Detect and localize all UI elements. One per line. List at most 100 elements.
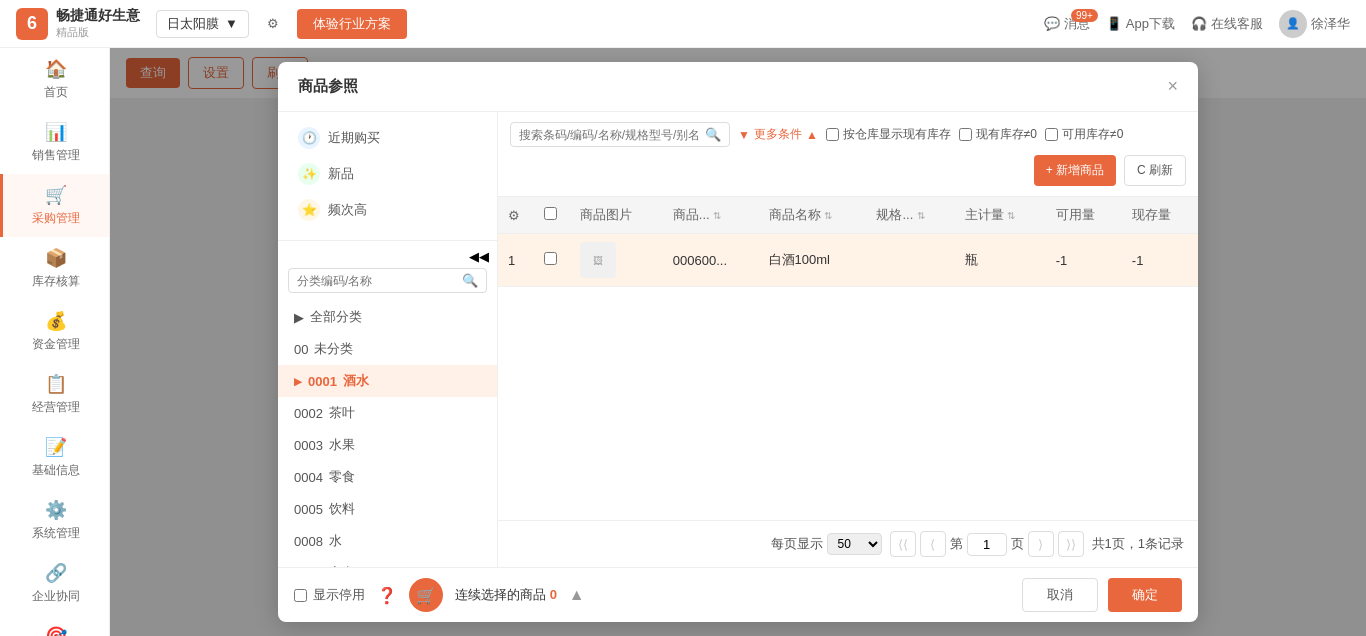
- add-product-button[interactable]: + 新增商品: [1034, 155, 1116, 186]
- product-search-box: 🔍: [510, 122, 730, 147]
- th-code[interactable]: 商品... ⇅: [663, 197, 759, 234]
- sidebar-item-basic-info[interactable]: 📝 基础信息: [0, 426, 109, 489]
- td-image: 🖼: [570, 234, 663, 287]
- cat-item-code: 0004: [294, 470, 323, 485]
- th-checkbox: [534, 197, 570, 234]
- category-search-icon[interactable]: 🔍: [462, 273, 478, 288]
- select-all-checkbox[interactable]: [544, 207, 557, 220]
- collapse-button[interactable]: ◀◀: [278, 245, 497, 268]
- warehouse-stock-label: 按仓库显示现有库存: [843, 126, 951, 143]
- th-unit[interactable]: 主计量 ⇅: [955, 197, 1046, 234]
- td-checkbox: [534, 234, 570, 287]
- show-disabled-check[interactable]: [294, 589, 307, 602]
- cat-item-label: 未分类: [314, 340, 353, 358]
- cat-item-all[interactable]: ▶ 全部分类: [278, 301, 497, 333]
- messages-nav-item[interactable]: 💬 消息 99+: [1044, 15, 1090, 33]
- sidebar-item-finance[interactable]: 💰 资金管理: [0, 300, 109, 363]
- sidebar: 🏠 首页 📊 销售管理 🛒 采购管理 📦 库存核算 💰 资金管理 📋 经营管理 …: [0, 48, 110, 636]
- available-stock-checkbox[interactable]: 可用库存≠0: [1045, 126, 1123, 143]
- available-stock-label: 可用库存≠0: [1062, 126, 1123, 143]
- cat-item-water[interactable]: 0008 水: [278, 525, 497, 557]
- th-settings[interactable]: ⚙: [498, 197, 534, 234]
- store-select-label: 日太阳膜: [167, 15, 219, 33]
- cat-item-code: 0002: [294, 406, 323, 421]
- show-disabled-checkbox[interactable]: 显示停用: [294, 586, 365, 604]
- quick-nav-recent[interactable]: 🕐 近期购买: [290, 120, 485, 156]
- system-icon: ⚙️: [45, 499, 67, 521]
- sidebar-item-home[interactable]: 🏠 首页: [0, 48, 109, 111]
- category-search-box: 🔍: [288, 268, 487, 293]
- cancel-button[interactable]: 取消: [1022, 578, 1098, 612]
- cat-item-tea[interactable]: 0002 茶叶: [278, 397, 497, 429]
- th-spec[interactable]: 规格... ⇅: [866, 197, 954, 234]
- category-search-input[interactable]: [297, 274, 458, 288]
- message-badge: 99+: [1071, 9, 1098, 22]
- app-name: 畅捷通好生意: [56, 7, 140, 25]
- modal-close-button[interactable]: ×: [1167, 76, 1178, 97]
- nav-divider: [278, 240, 497, 241]
- warehouse-stock-check[interactable]: [826, 128, 839, 141]
- cat-item-appliance[interactable]: 0010 家电: [278, 557, 497, 567]
- filter-label: 更多条件: [754, 126, 802, 143]
- refresh-button[interactable]: C 刷新: [1124, 155, 1186, 186]
- sidebar-item-system[interactable]: ⚙️ 系统管理: [0, 489, 109, 552]
- basic-info-icon: 📝: [45, 436, 67, 458]
- cat-item-liquor[interactable]: ▶ 0001 酒水: [278, 365, 497, 397]
- cat-item-snack[interactable]: 0004 零食: [278, 461, 497, 493]
- available-stock-check[interactable]: [1045, 128, 1058, 141]
- page-number-input[interactable]: [967, 533, 1007, 556]
- sidebar-item-operations[interactable]: 📋 经营管理: [0, 363, 109, 426]
- modal-header: 商品参照 ×: [278, 62, 1198, 112]
- next-page-button[interactable]: ⟩: [1028, 531, 1054, 557]
- sidebar-item-guide[interactable]: 🎯 新手引导: [0, 615, 109, 636]
- online-service-nav-item[interactable]: 🎧 在线客服: [1191, 15, 1263, 33]
- first-page-button[interactable]: ⟨⟨: [890, 531, 916, 557]
- prev-page-button[interactable]: ⟨: [920, 531, 946, 557]
- cat-item-beverage[interactable]: 0005 饮料: [278, 493, 497, 525]
- selected-label: 连续选择的商品: [455, 587, 546, 602]
- warehouse-stock-checkbox[interactable]: 按仓库显示现有库存: [826, 126, 951, 143]
- count-badge: 0: [550, 587, 557, 602]
- th-unit-label: 主计量: [965, 207, 1004, 222]
- cat-item-uncategorized[interactable]: 00 未分类: [278, 333, 497, 365]
- sort-icon-unit: ⇅: [1007, 210, 1015, 221]
- last-page-button[interactable]: ⟩⟩: [1058, 531, 1084, 557]
- th-name[interactable]: 商品名称 ⇅: [759, 197, 867, 234]
- modal-footer: 显示停用 ❓ 🛒 连续选择的商品 0 ▲ 取消 确定: [278, 567, 1198, 622]
- td-num: 1: [498, 234, 534, 287]
- trial-button[interactable]: 体验行业方案: [297, 9, 407, 39]
- sidebar-item-purchase[interactable]: 🛒 采购管理: [0, 174, 109, 237]
- cat-item-fruit[interactable]: 0003 水果: [278, 429, 497, 461]
- quick-nav-frequent[interactable]: ⭐ 频次高: [290, 192, 485, 228]
- modal-right-panel: 🔍 ▼ 更多条件 ▲ 按仓库显示现有库存: [498, 112, 1198, 567]
- settings-icon[interactable]: ⚙: [257, 8, 289, 40]
- quick-nav-new[interactable]: ✨ 新品: [290, 156, 485, 192]
- search-icon[interactable]: 🔍: [705, 127, 721, 142]
- cart-button[interactable]: 🛒: [409, 578, 443, 612]
- sort-icon-spec: ⇅: [917, 210, 925, 221]
- help-icon[interactable]: ❓: [377, 586, 397, 605]
- selected-count: 连续选择的商品 0: [455, 586, 557, 604]
- quick-nav-new-label: 新品: [328, 165, 354, 183]
- more-filter-button[interactable]: ▼ 更多条件 ▲: [738, 126, 818, 143]
- cat-item-code: 0008: [294, 534, 323, 549]
- page-size-select[interactable]: 50 100 200: [827, 533, 882, 555]
- row-checkbox[interactable]: [544, 252, 557, 265]
- user-avatar: 👤: [1279, 10, 1307, 38]
- sidebar-item-collab[interactable]: 🔗 企业协同: [0, 552, 109, 615]
- table-row[interactable]: 1 🖼 000600... 白酒100ml: [498, 234, 1198, 287]
- current-stock-check[interactable]: [959, 128, 972, 141]
- sidebar-item-inventory[interactable]: 📦 库存核算: [0, 237, 109, 300]
- current-stock-checkbox[interactable]: 现有库存≠0: [959, 126, 1037, 143]
- current-stock-label: 现有库存≠0: [976, 126, 1037, 143]
- sidebar-item-sales[interactable]: 📊 销售管理: [0, 111, 109, 174]
- collapse-footer-button[interactable]: ▲: [569, 586, 585, 604]
- modal-title: 商品参照: [298, 77, 358, 96]
- home-icon: 🏠: [45, 58, 67, 80]
- user-nav-item[interactable]: 👤 徐泽华: [1279, 10, 1350, 38]
- confirm-button[interactable]: 确定: [1108, 578, 1182, 612]
- product-search-input[interactable]: [519, 128, 701, 142]
- app-download-nav-item[interactable]: 📱 App下载: [1106, 15, 1175, 33]
- main-layout: 🏠 首页 📊 销售管理 🛒 采购管理 📦 库存核算 💰 资金管理 📋 经营管理 …: [0, 48, 1366, 636]
- store-select[interactable]: 日太阳膜 ▼: [156, 10, 249, 38]
